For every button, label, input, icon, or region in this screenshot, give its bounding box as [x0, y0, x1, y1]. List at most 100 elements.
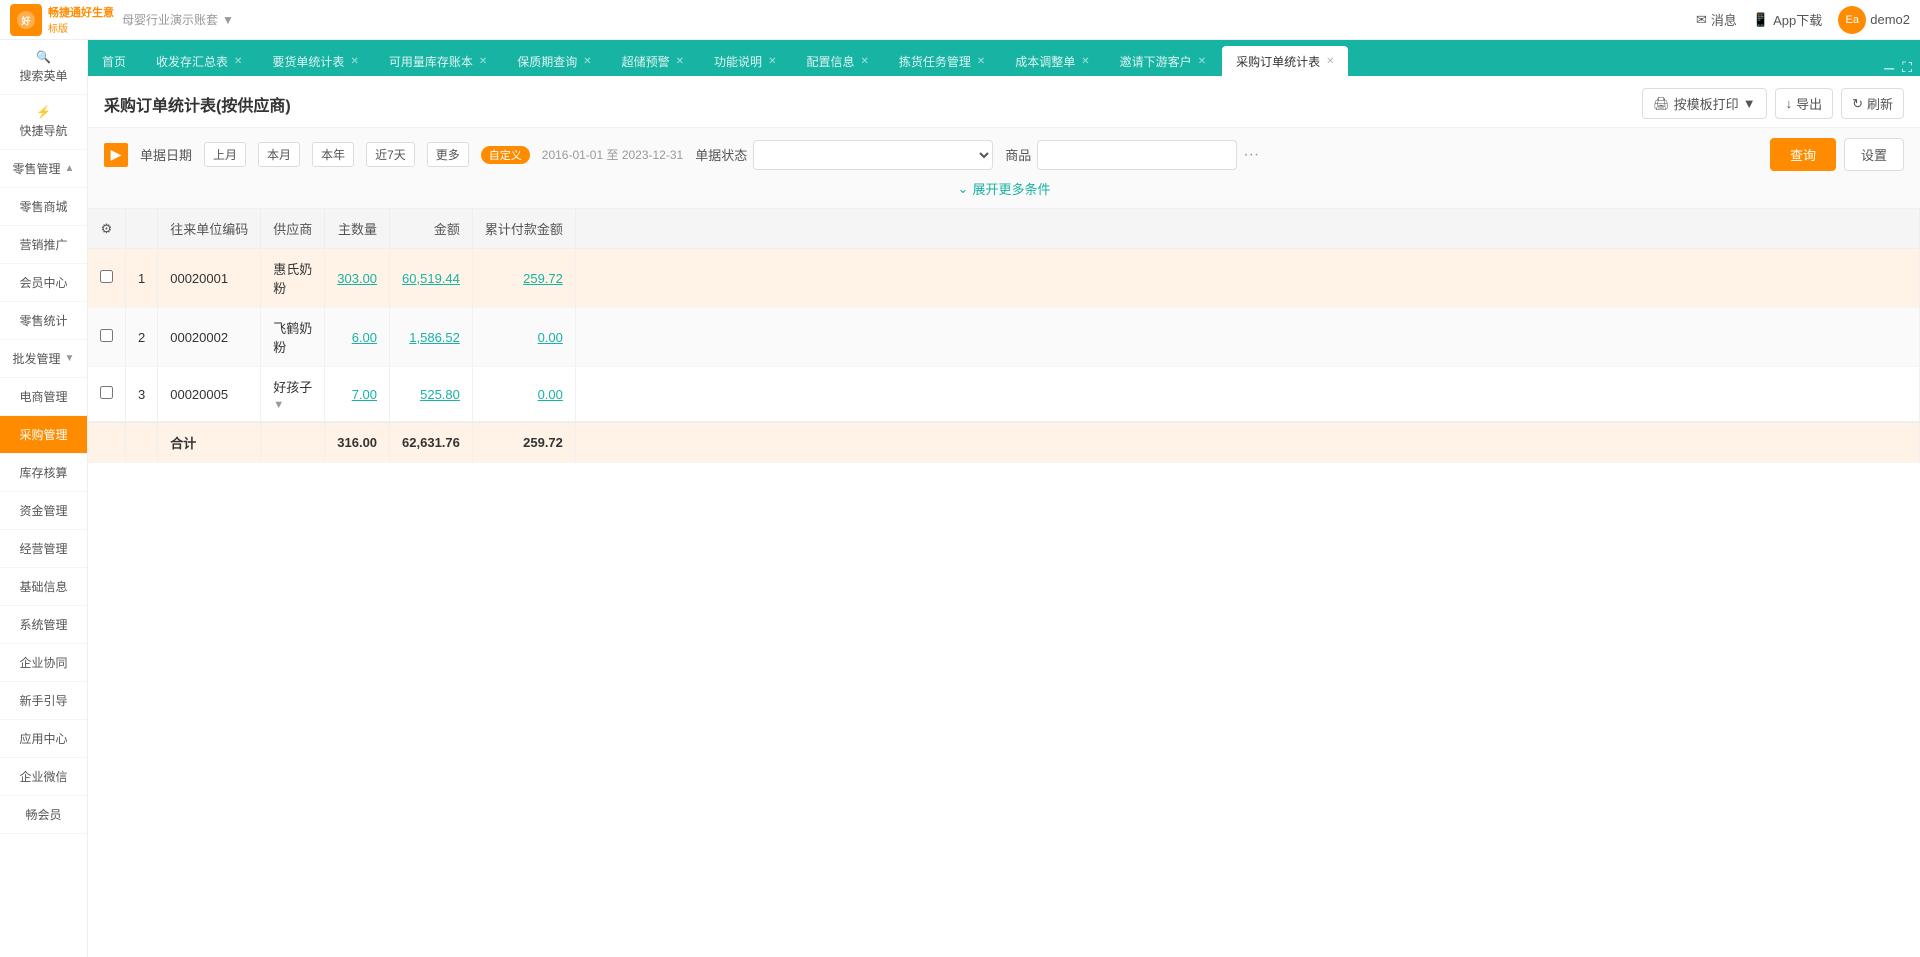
shortcut-icon: ⚡: [36, 105, 51, 119]
tab-close-icon[interactable]: ✕: [479, 56, 487, 67]
custom-badge[interactable]: 自定义: [481, 146, 530, 164]
printer-icon: 🖨: [1653, 96, 1670, 112]
table-area: ⚙ 往来单位编码 供应商 主数量 金额 累计付款金额: [88, 209, 1920, 957]
refresh-button[interactable]: ↻ 刷新: [1841, 88, 1904, 119]
sidebar-item-ecommerce[interactable]: 电商管理: [0, 378, 87, 416]
row-amount[interactable]: 60,519.44: [390, 249, 473, 308]
export-button[interactable]: ↓ 导出: [1775, 88, 1834, 119]
content-area: 首页 收发存汇总表 ✕ 要货单统计表 ✕ 可用量库存账本 ✕ 保质期查询 ✕ 超…: [88, 40, 1920, 957]
sidebar-item-vipmember[interactable]: 畅会员: [0, 796, 87, 834]
sidebar-item-entwechat[interactable]: 企业微信: [0, 758, 87, 796]
settings-button[interactable]: 设置: [1844, 138, 1904, 171]
row-mainqty[interactable]: 6.00: [325, 308, 390, 367]
tab-availablestock[interactable]: 可用量库存账本 ✕: [375, 46, 501, 76]
sidebar-item-inventory[interactable]: 库存核算: [0, 454, 87, 492]
sidebar-item-appcenter[interactable]: 应用中心: [0, 720, 87, 758]
tab-expand-icon[interactable]: ⛶: [1902, 59, 1912, 76]
page-content: 采购订单统计表(按供应商) 🖨 按模板打印 ▼ ↓ 导出 ↻ 刷新: [88, 76, 1920, 957]
tab-close-icon[interactable]: ✕: [350, 56, 358, 67]
tab-invitedownstream[interactable]: 邀请下游客户 ✕: [1106, 46, 1220, 76]
message-icon: ✉: [1696, 12, 1707, 28]
row-paidamount[interactable]: 0.00: [472, 367, 575, 423]
sidebar-item-marketing[interactable]: 营销推广: [0, 226, 87, 264]
sidebar-item-retail[interactable]: 零售管理 ▲: [0, 150, 87, 188]
sidebar-item-purchase[interactable]: 采购管理: [0, 416, 87, 454]
template-print-button[interactable]: 🖨 按模板打印 ▼: [1642, 88, 1766, 119]
row-checkbox[interactable]: [88, 308, 126, 367]
export-icon: ↓: [1786, 96, 1793, 111]
sidebar-item-retailstat[interactable]: 零售统计: [0, 302, 87, 340]
row-mainqty[interactable]: 303.00: [325, 249, 390, 308]
tab-bar-controls: ─ ⛶: [1876, 59, 1920, 76]
expand-more-row: ⌄ 展开更多条件: [104, 179, 1904, 198]
footer-empty1: [88, 422, 126, 463]
expand-more-button[interactable]: ⌄ 展开更多条件: [958, 179, 1051, 198]
message-btn[interactable]: ✉ 消息: [1696, 10, 1737, 29]
sidebar-item-search[interactable]: 🔍 搜索英单: [0, 40, 87, 95]
tab-overstock[interactable]: 超储预警 ✕: [608, 46, 698, 76]
tab-home[interactable]: 首页: [88, 46, 140, 76]
sidebar-item-member[interactable]: 会员中心: [0, 264, 87, 302]
table-row: 2 00020002 飞鹤奶粉 6.00 1,586.52 0.00: [88, 308, 1920, 367]
checkbox-input[interactable]: [100, 270, 113, 283]
tab-warranty[interactable]: 保质期查询 ✕: [503, 46, 605, 76]
date-last-month-btn[interactable]: 上月: [204, 142, 246, 167]
tab-close-icon[interactable]: ✕: [676, 56, 684, 67]
tab-close-icon[interactable]: ✕: [768, 56, 776, 67]
tab-close-icon[interactable]: ✕: [1198, 56, 1206, 67]
sidebar-item-wholesale[interactable]: 批发管理 ▼: [0, 340, 87, 378]
tab-purchasestat[interactable]: 采购订单统计表 ✕: [1222, 46, 1348, 76]
row-unitcode: 00020002: [158, 308, 261, 367]
search-button[interactable]: 查询: [1770, 138, 1836, 171]
tab-close-icon[interactable]: ✕: [977, 56, 985, 67]
th-settings[interactable]: ⚙: [88, 209, 126, 249]
tab-costadj[interactable]: 成本调整单 ✕: [1001, 46, 1103, 76]
date-this-month-btn[interactable]: 本月: [258, 142, 300, 167]
chevron-down-icon: ⌄: [958, 181, 969, 197]
sidebar-item-shortcut[interactable]: ⚡ 快捷导航: [0, 95, 87, 150]
row-amount[interactable]: 1,586.52: [390, 308, 473, 367]
row-checkbox[interactable]: [88, 249, 126, 308]
sidebar-item-retailshop[interactable]: 零售商城: [0, 188, 87, 226]
sidebar-item-operation[interactable]: 经营管理: [0, 530, 87, 568]
row-supplier: 好孩子 ▼: [261, 367, 325, 423]
breadcrumb: 母婴行业演示账套 ▼: [122, 11, 234, 28]
tab-close-icon[interactable]: ✕: [860, 56, 868, 67]
sidebar-item-enterprise[interactable]: 企业协同: [0, 644, 87, 682]
tab-config[interactable]: 配置信息 ✕: [792, 46, 882, 76]
chevron-up-icon: ▲: [65, 163, 75, 174]
row-index: 2: [126, 308, 158, 367]
row-mainqty[interactable]: 7.00: [325, 367, 390, 423]
goods-label: 商品: [1005, 145, 1031, 164]
tab-close-icon[interactable]: ✕: [1326, 56, 1334, 67]
app-download-btn[interactable]: 📱 App下载: [1753, 10, 1822, 29]
row-paidamount[interactable]: 0.00: [472, 308, 575, 367]
goods-more-icon[interactable]: ···: [1243, 146, 1259, 164]
row-amount[interactable]: 525.80: [390, 367, 473, 423]
tab-picktask[interactable]: 拣货任务管理 ✕: [885, 46, 999, 76]
status-select[interactable]: [753, 140, 993, 170]
tab-receivesend[interactable]: 收发存汇总表 ✕: [142, 46, 256, 76]
goods-input[interactable]: [1037, 140, 1237, 170]
tab-close-icon[interactable]: ✕: [1081, 56, 1089, 67]
tab-funcdesc[interactable]: 功能说明 ✕: [700, 46, 790, 76]
sidebar-item-finance[interactable]: 资金管理: [0, 492, 87, 530]
user-area[interactable]: Ea demo2: [1838, 6, 1910, 34]
row-supplier: 惠氏奶粉: [261, 249, 325, 308]
tab-minimize-icon[interactable]: ─: [1884, 60, 1894, 76]
tab-close-icon[interactable]: ✕: [234, 56, 242, 67]
date-more-btn[interactable]: 更多: [427, 142, 469, 167]
checkbox-input[interactable]: [100, 329, 113, 342]
tab-close-icon[interactable]: ✕: [583, 56, 591, 67]
sidebar-item-newguide[interactable]: 新手引导: [0, 682, 87, 720]
date-7days-btn[interactable]: 近7天: [366, 142, 415, 167]
filter-toggle-button[interactable]: ▶: [104, 143, 128, 167]
row-checkbox[interactable]: [88, 367, 126, 423]
checkbox-input[interactable]: [100, 386, 113, 399]
row-index: 3: [126, 367, 158, 423]
row-paidamount[interactable]: 259.72: [472, 249, 575, 308]
sidebar-item-system[interactable]: 系统管理: [0, 606, 87, 644]
tab-requisition[interactable]: 要货单统计表 ✕: [258, 46, 372, 76]
sidebar-item-basic[interactable]: 基础信息: [0, 568, 87, 606]
date-this-year-btn[interactable]: 本年: [312, 142, 354, 167]
